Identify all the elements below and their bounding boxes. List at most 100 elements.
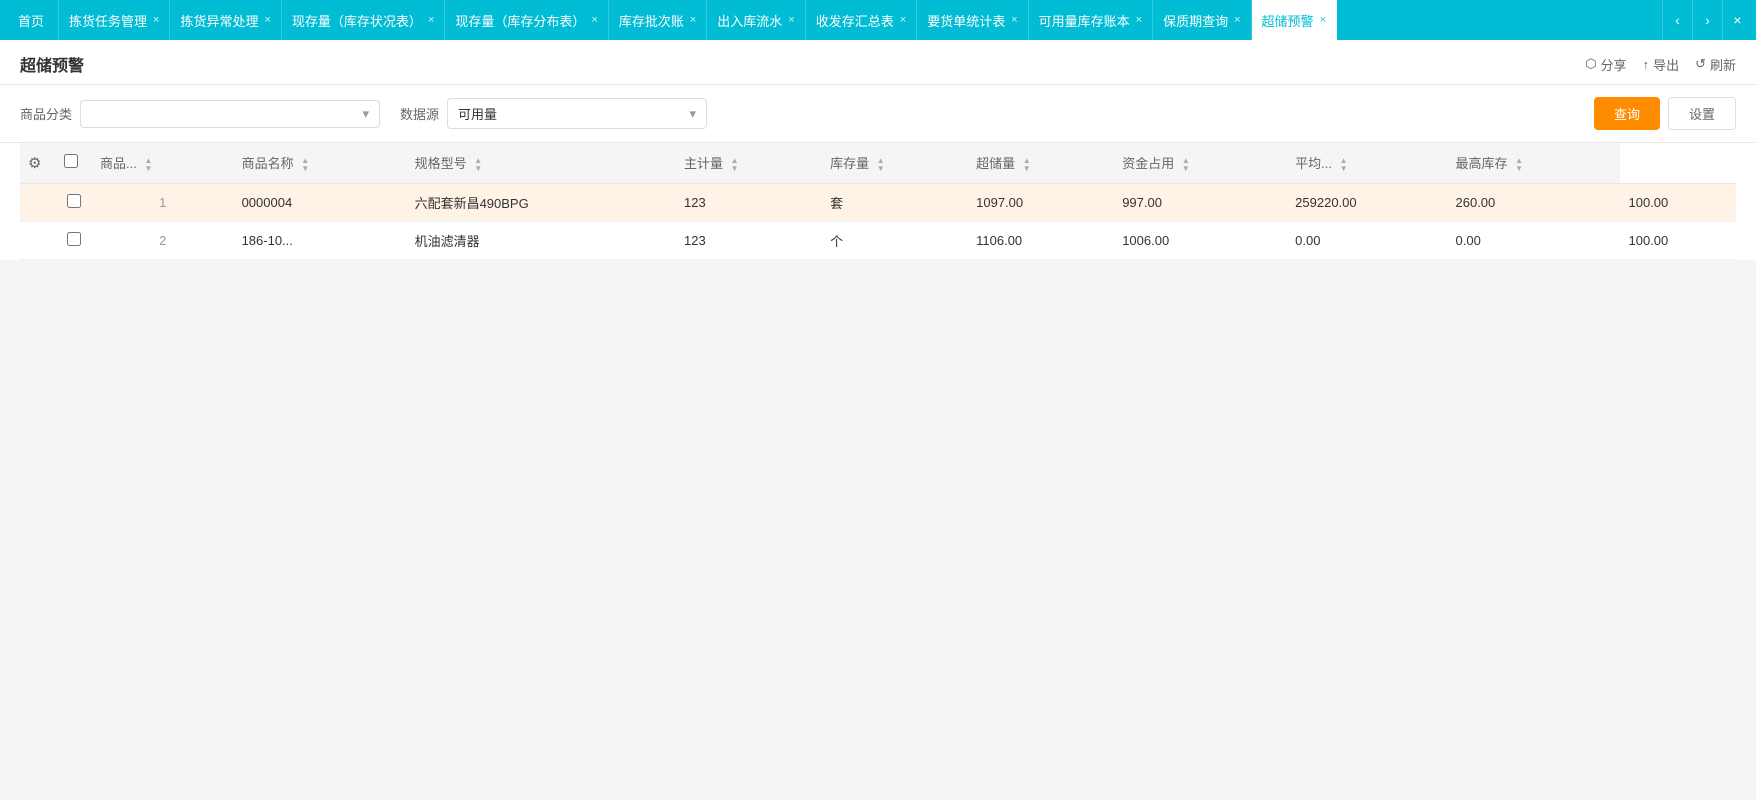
th-capital[interactable]: 资金占用 ▲▼ — [1114, 143, 1287, 183]
row-overstock: 1006.00 — [1114, 221, 1287, 259]
nav-tab-8[interactable]: 可用量库存账本 × — [1029, 0, 1153, 40]
nav-tab-9[interactable]: 保质期查询 × — [1153, 0, 1251, 40]
datasource-filter: 数据源 可用量 ▾ — [400, 98, 707, 129]
export-icon: ↑ — [1643, 57, 1650, 72]
product-category-select[interactable]: ▾ — [80, 100, 380, 128]
sort-icon-name: ▲▼ — [301, 157, 309, 173]
th-gear: ⚙ — [20, 143, 56, 183]
nav-tab-1-close[interactable]: × — [264, 14, 270, 26]
page-header: 超储预警 ⬡ 分享 ↑ 导出 ↺ 刷新 — [0, 40, 1756, 85]
filter-bar: 商品分类 ▾ 数据源 可用量 ▾ 查询 设置 — [0, 85, 1756, 143]
table-row: 2 186-10... 机油滤清器 123 个 1106.00 1006.00 … — [20, 221, 1736, 259]
row-max-stock: 100.00 — [1620, 221, 1736, 259]
sort-icon: ▲▼ — [144, 157, 152, 173]
nav-tab-5-close[interactable]: × — [788, 14, 794, 26]
th-max-stock[interactable]: 最高库存 ▲▼ — [1448, 143, 1621, 183]
product-category-label: 商品分类 — [20, 104, 72, 123]
datasource-value: 可用量 — [458, 104, 497, 123]
th-product-name[interactable]: 商品名称 ▲▼ — [234, 143, 407, 183]
th-avg[interactable]: 平均... ▲▼ — [1287, 143, 1447, 183]
row-product-name: 六配套新昌490BPG — [407, 183, 676, 221]
nav-bar: 首页 拣货任务管理 × 拣货异常处理 × 现存量（库存状况表） × 现存量（库存… — [0, 0, 1756, 40]
page-title: 超储预警 — [20, 52, 84, 76]
th-product-code[interactable]: 商品... ▲▼ — [92, 143, 234, 183]
refresh-button[interactable]: ↺ 刷新 — [1695, 55, 1736, 74]
nav-arrow-left[interactable]: ‹ — [1662, 0, 1692, 40]
sort-icon-spec: ▲▼ — [474, 157, 482, 173]
table-container: ⚙ 商品... ▲▼ 商品名称 ▲▼ 规格型号 ▲▼ 主计 — [0, 143, 1756, 260]
table-row: 1 0000004 六配套新昌490BPG 123 套 1097.00 997.… — [20, 183, 1736, 221]
chevron-down-icon: ▾ — [362, 106, 369, 122]
sort-icon-stock: ▲▼ — [877, 157, 885, 173]
table-header-row: ⚙ 商品... ▲▼ 商品名称 ▲▼ 规格型号 ▲▼ 主计 — [20, 143, 1736, 183]
row-stock: 1097.00 — [968, 183, 1114, 221]
nav-tab-2-close[interactable]: × — [428, 14, 434, 26]
row-avg: 0.00 — [1448, 221, 1621, 259]
nav-arrow-right[interactable]: › — [1692, 0, 1722, 40]
sort-icon-capital: ▲▼ — [1182, 157, 1190, 173]
table-body: 1 0000004 六配套新昌490BPG 123 套 1097.00 997.… — [20, 183, 1736, 259]
th-stock[interactable]: 库存量 ▲▼ — [822, 143, 968, 183]
settings-button[interactable]: 设置 — [1668, 97, 1736, 130]
nav-tab-7-close[interactable]: × — [1011, 14, 1017, 26]
nav-tab-6[interactable]: 收发存汇总表 × — [806, 0, 917, 40]
nav-arrow-close[interactable]: × — [1722, 0, 1752, 40]
refresh-icon: ↺ — [1695, 56, 1706, 72]
row-checkbox-cell — [56, 183, 92, 221]
nav-tab-4[interactable]: 库存批次账 × — [609, 0, 707, 40]
nav-tab-10[interactable]: 超储预警 × — [1252, 0, 1337, 40]
nav-tab-0[interactable]: 拣货任务管理 × — [59, 0, 170, 40]
header-actions: ⬡ 分享 ↑ 导出 ↺ 刷新 — [1585, 55, 1736, 74]
nav-tab-6-close[interactable]: × — [900, 14, 906, 26]
chevron-down-icon-2: ▾ — [690, 106, 697, 122]
nav-tab-8-close[interactable]: × — [1136, 14, 1142, 26]
nav-tab-9-close[interactable]: × — [1234, 14, 1240, 26]
row-max-stock: 100.00 — [1620, 183, 1736, 221]
row-unit: 套 — [822, 183, 968, 221]
gear-icon[interactable]: ⚙ — [28, 155, 41, 172]
share-button[interactable]: ⬡ 分享 — [1585, 55, 1626, 74]
row-avg: 260.00 — [1448, 183, 1621, 221]
nav-arrows: ‹ › × — [1662, 0, 1752, 40]
row-num: 2 — [92, 221, 234, 259]
row-product-code: 0000004 — [234, 183, 407, 221]
th-spec[interactable]: 规格型号 ▲▼ — [407, 143, 676, 183]
datasource-label: 数据源 — [400, 104, 439, 123]
row-spec: 123 — [676, 221, 822, 259]
nav-tab-0-close[interactable]: × — [153, 14, 159, 26]
share-icon: ⬡ — [1585, 56, 1596, 72]
nav-tab-3[interactable]: 现存量（库存分布表） × — [445, 0, 608, 40]
nav-tab-4-close[interactable]: × — [690, 14, 696, 26]
row-checkbox-0[interactable] — [67, 194, 81, 208]
data-table: ⚙ 商品... ▲▼ 商品名称 ▲▼ 规格型号 ▲▼ 主计 — [20, 143, 1736, 260]
product-category-filter: 商品分类 ▾ — [20, 100, 380, 128]
th-unit[interactable]: 主计量 ▲▼ — [676, 143, 822, 183]
th-checkbox — [56, 143, 92, 183]
nav-tab-10-close[interactable]: × — [1320, 14, 1326, 26]
row-spec: 123 — [676, 183, 822, 221]
datasource-select[interactable]: 可用量 ▾ — [447, 98, 707, 129]
th-overstock[interactable]: 超储量 ▲▼ — [968, 143, 1114, 183]
nav-tab-7[interactable]: 要货单统计表 × — [917, 0, 1028, 40]
nav-tab-2[interactable]: 现存量（库存状况表） × — [282, 0, 445, 40]
nav-tab-3-close[interactable]: × — [591, 14, 597, 26]
row-product-name: 机油滤清器 — [407, 221, 676, 259]
nav-home[interactable]: 首页 — [4, 0, 59, 40]
select-all-checkbox[interactable] — [64, 154, 78, 168]
row-capital: 259220.00 — [1287, 183, 1447, 221]
sort-icon-max: ▲▼ — [1515, 157, 1523, 173]
row-checkbox-1[interactable] — [67, 232, 81, 246]
row-capital: 0.00 — [1287, 221, 1447, 259]
nav-tab-1[interactable]: 拣货异常处理 × — [170, 0, 281, 40]
query-button[interactable]: 查询 — [1594, 97, 1660, 130]
row-gear-cell — [20, 183, 56, 221]
sort-icon-overstock: ▲▼ — [1023, 157, 1031, 173]
row-overstock: 997.00 — [1114, 183, 1287, 221]
row-unit: 个 — [822, 221, 968, 259]
row-stock: 1106.00 — [968, 221, 1114, 259]
nav-tab-5[interactable]: 出入库流水 × — [707, 0, 805, 40]
filter-buttons: 查询 设置 — [1594, 97, 1736, 130]
row-gear-cell — [20, 221, 56, 259]
row-num: 1 — [92, 183, 234, 221]
export-button[interactable]: ↑ 导出 — [1643, 55, 1680, 74]
